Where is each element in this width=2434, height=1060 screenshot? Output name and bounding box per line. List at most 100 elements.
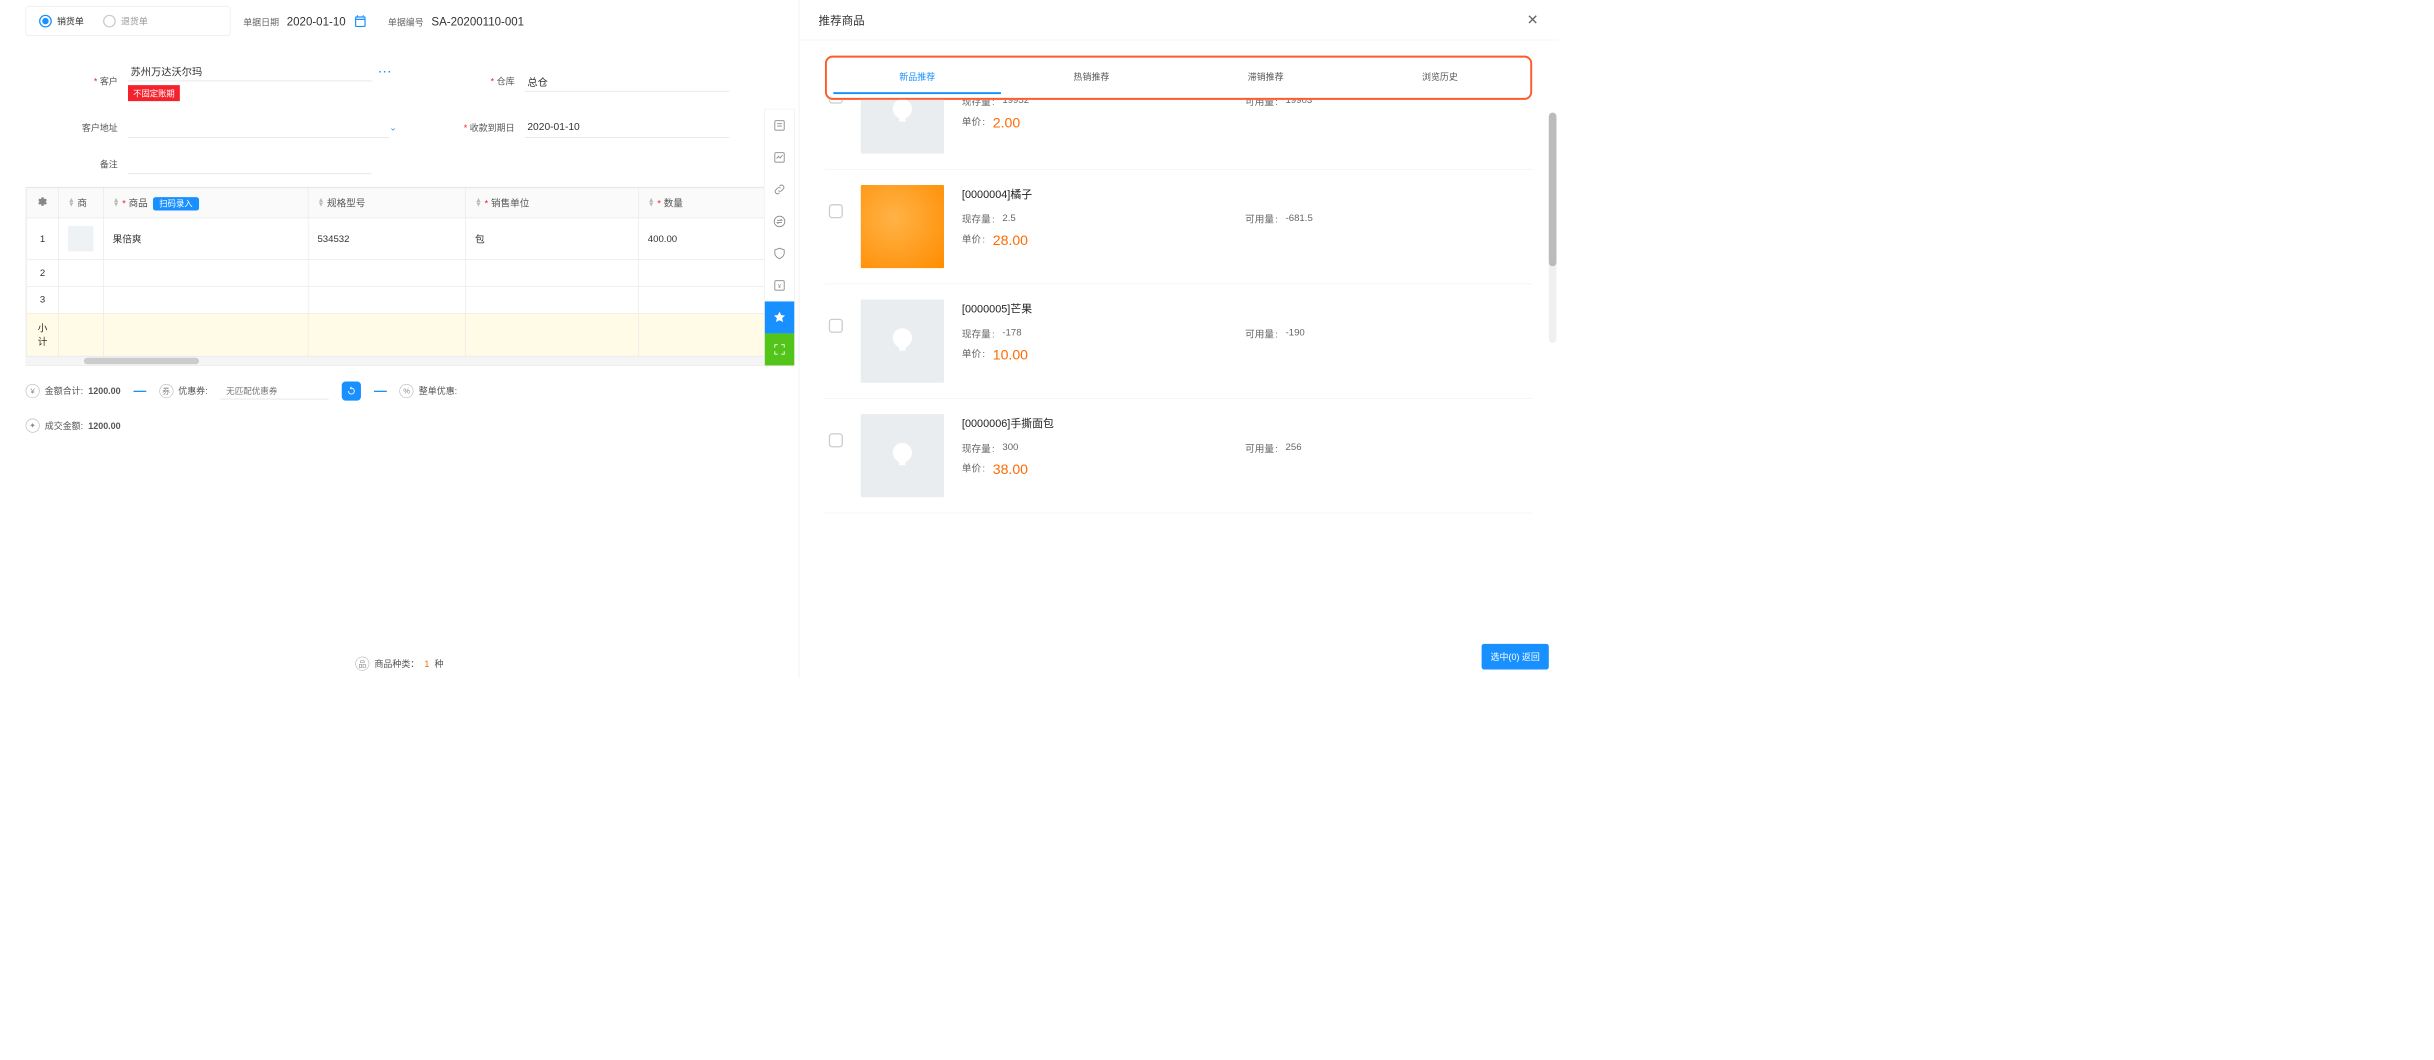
coupon-icon: 券 bbox=[159, 384, 173, 398]
gear-icon[interactable] bbox=[36, 199, 48, 210]
minus-icon: — bbox=[133, 384, 146, 399]
customer-more-icon[interactable]: ⋯ bbox=[372, 63, 396, 80]
shield-icon[interactable] bbox=[765, 237, 794, 269]
price-label: 单价 bbox=[962, 232, 985, 249]
avail-value: 256 bbox=[1286, 442, 1302, 455]
table-row[interactable]: 2 bbox=[27, 260, 766, 287]
close-icon[interactable]: ✕ bbox=[1527, 12, 1539, 29]
col-thumb[interactable]: 商 bbox=[77, 198, 87, 209]
select-return-button[interactable]: 选中(0) 返回 bbox=[1482, 644, 1549, 670]
table-row[interactable]: 3 bbox=[27, 286, 766, 313]
col-spec[interactable]: 规格型号 bbox=[327, 198, 365, 209]
stock-value: -178 bbox=[1002, 327, 1021, 340]
remark-label: 备注 bbox=[26, 158, 128, 171]
product-checkbox[interactable] bbox=[829, 319, 843, 333]
due-input[interactable] bbox=[525, 118, 730, 138]
col-product[interactable]: 商品 bbox=[122, 198, 148, 209]
yen-icon: ¥ bbox=[26, 384, 40, 398]
avail-label: 可用量 bbox=[1245, 327, 1278, 340]
avail-value: 19903 bbox=[1286, 100, 1313, 108]
doc-type-tabs: 销货单 退货单 bbox=[26, 6, 231, 35]
panel-title: 推荐商品 bbox=[819, 12, 865, 29]
product-row[interactable]: [0000006]手撕面包 现存量300 可用量256 单价38.00 bbox=[825, 399, 1532, 514]
addr-input[interactable] bbox=[128, 118, 389, 138]
calendar-icon[interactable] bbox=[353, 14, 367, 30]
product-checkbox[interactable] bbox=[829, 204, 843, 218]
product-checkbox[interactable] bbox=[829, 100, 843, 104]
product-row[interactable]: 250ml 现存量19952 可用量19903 单价2.00 bbox=[825, 100, 1532, 170]
recommend-panel: 推荐商品 ✕ 新品推荐 热销推荐 滞销推荐 浏览历史 250ml 现存量1995… bbox=[799, 0, 1558, 678]
chevron-down-icon[interactable]: ⌄ bbox=[389, 122, 397, 133]
side-toolbar: ¥ bbox=[764, 109, 795, 366]
deal-value: 1200.00 bbox=[88, 420, 120, 430]
product-image bbox=[861, 185, 944, 268]
v-scrollbar[interactable] bbox=[1549, 113, 1557, 343]
product-image bbox=[861, 100, 944, 154]
amount-label: 金额合计: bbox=[45, 385, 83, 398]
product-image bbox=[861, 300, 944, 383]
coupon-label: 优惠券: bbox=[178, 385, 207, 398]
avail-value: -190 bbox=[1286, 327, 1305, 340]
stock-value: 19952 bbox=[1002, 100, 1029, 108]
stock-label: 现存量 bbox=[962, 100, 995, 108]
product-name: [0000006]手撕面包 bbox=[962, 414, 1528, 430]
link-icon[interactable] bbox=[765, 173, 794, 205]
form-grid: 客户 ⋯ 不固定账期 仓库 客户地址 ⌄ 收款到期日 备注 bbox=[26, 61, 767, 174]
date-value[interactable]: 2020-01-10 bbox=[287, 15, 346, 28]
transfer-icon[interactable] bbox=[765, 205, 794, 237]
avail-value: -681.5 bbox=[1286, 212, 1313, 225]
product-image bbox=[861, 414, 944, 497]
svg-text:¥: ¥ bbox=[778, 284, 782, 290]
coupon-input[interactable] bbox=[220, 383, 329, 399]
tab-slow[interactable]: 滞销推荐 bbox=[1182, 61, 1350, 94]
product-checkbox[interactable] bbox=[829, 433, 843, 447]
remark-input[interactable] bbox=[128, 154, 371, 174]
warehouse-input[interactable] bbox=[525, 71, 730, 91]
price-value: 2.00 bbox=[993, 115, 1020, 132]
product-list[interactable]: 250ml 现存量19952 可用量19903 单价2.00 [0000004]… bbox=[799, 100, 1557, 679]
expand-icon[interactable] bbox=[765, 333, 794, 365]
tab-new[interactable]: 新品推荐 bbox=[833, 61, 1001, 94]
info-icon: 品 bbox=[355, 657, 369, 671]
product-row[interactable]: [0000004]橘子 现存量2.5 可用量-681.5 单价28.00 bbox=[825, 170, 1532, 285]
subtotal-row: 小计 bbox=[27, 313, 766, 356]
list-icon[interactable] bbox=[765, 109, 794, 141]
doc-header: 单据日期 2020-01-10 单据编号 SA-20200110-001 bbox=[243, 14, 524, 30]
price-label: 单价 bbox=[962, 115, 985, 132]
stock-label: 现存量 bbox=[962, 212, 995, 225]
minus-icon: — bbox=[374, 384, 387, 399]
product-name: [0000005]芒果 bbox=[962, 300, 1528, 316]
deal-label: 成交金额: bbox=[45, 419, 83, 432]
refresh-button[interactable] bbox=[342, 381, 361, 400]
price-value: 10.00 bbox=[993, 347, 1028, 364]
price-label: 单价 bbox=[962, 461, 985, 478]
period-badge: 不固定账期 bbox=[128, 85, 180, 101]
radio-sales-order[interactable]: 销货单 bbox=[39, 15, 84, 28]
recommend-tabs: 新品推荐 热销推荐 滞销推荐 浏览历史 bbox=[825, 56, 1532, 100]
footer-info: 品 商品种类： 1 种 bbox=[355, 657, 443, 671]
radio-return-label: 退货单 bbox=[121, 15, 148, 28]
stock-value: 300 bbox=[1002, 442, 1018, 455]
items-table: ▲▼商 ▲▼商品扫码录入 ▲▼规格型号 ▲▼销售单位 ▲▼数量 1果倍爽5345… bbox=[26, 187, 767, 366]
customer-label: 客户 bbox=[26, 75, 128, 88]
stock-label: 现存量 bbox=[962, 442, 995, 455]
table-row[interactable]: 1果倍爽534532包400.00 bbox=[27, 218, 766, 260]
star-icon[interactable] bbox=[765, 301, 794, 333]
chart-icon[interactable] bbox=[765, 141, 794, 173]
radio-sales-label: 销货单 bbox=[57, 15, 84, 28]
customer-input[interactable] bbox=[128, 61, 372, 81]
col-qty[interactable]: 数量 bbox=[657, 198, 683, 209]
price-value: 28.00 bbox=[993, 232, 1028, 249]
col-unit[interactable]: 销售单位 bbox=[485, 198, 530, 209]
avail-label: 可用量 bbox=[1245, 100, 1278, 108]
price-label: 单价 bbox=[962, 347, 985, 364]
tab-hot[interactable]: 热销推荐 bbox=[1008, 61, 1176, 94]
currency-icon[interactable]: ¥ bbox=[765, 269, 794, 301]
tab-history[interactable]: 浏览历史 bbox=[1356, 61, 1524, 94]
radio-return-order[interactable]: 退货单 bbox=[103, 15, 148, 28]
product-row[interactable]: [0000005]芒果 现存量-178 可用量-190 单价10.00 bbox=[825, 284, 1532, 399]
product-name: [0000004]橘子 bbox=[962, 185, 1528, 201]
h-scrollbar[interactable] bbox=[26, 356, 766, 365]
avail-label: 可用量 bbox=[1245, 212, 1278, 225]
scan-badge[interactable]: 扫码录入 bbox=[153, 197, 199, 210]
